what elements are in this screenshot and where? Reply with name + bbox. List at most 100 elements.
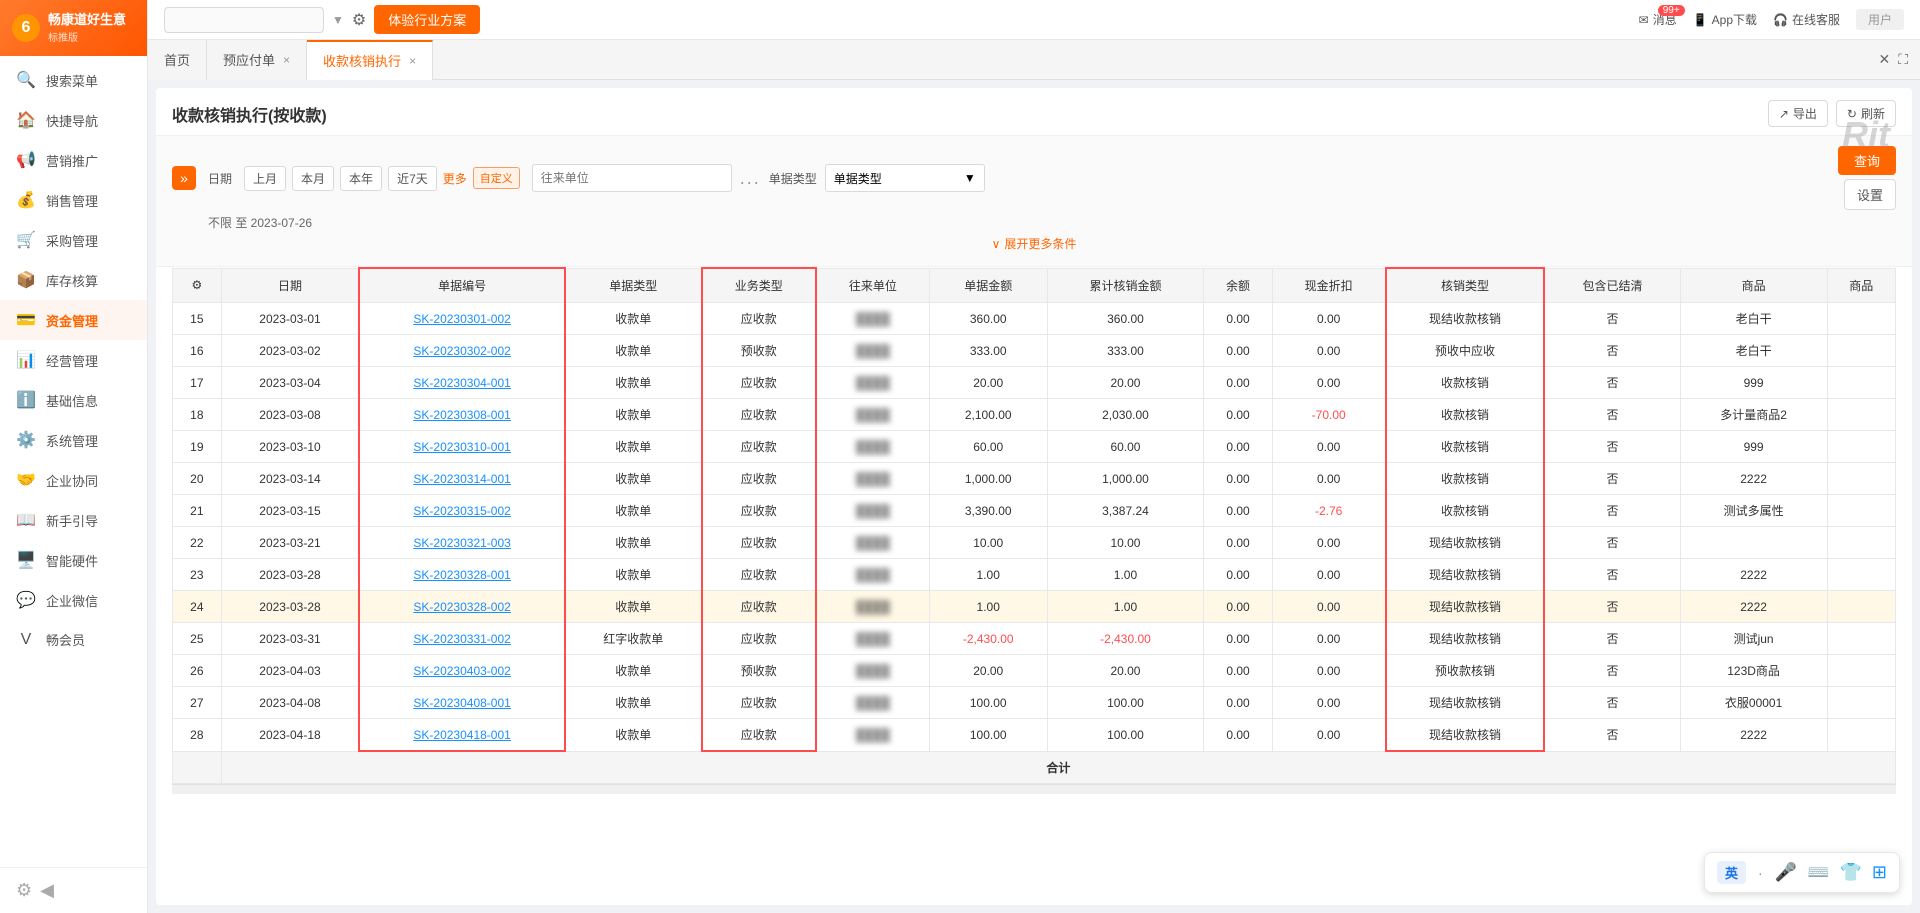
code-link[interactable]: SK-20230408-001 (413, 696, 510, 710)
code-link[interactable]: SK-20230310-001 (413, 440, 510, 454)
cell-bill-type: 收款单 (565, 431, 702, 463)
cell-included: 否 (1544, 367, 1680, 399)
tab-payable-close[interactable]: × (283, 53, 290, 67)
tab-receipt-label: 收款核销执行 (323, 51, 401, 70)
cell-amount: 360.00 (929, 303, 1047, 335)
sidebar-label-basic: 基础信息 (46, 391, 98, 410)
cell-product1: 衣服00001 (1680, 687, 1827, 719)
sidebar-item-sales[interactable]: 💰销售管理 (0, 180, 147, 220)
industry-btn[interactable]: 体验行业方案 (374, 5, 480, 34)
cell-no: 26 (173, 655, 222, 687)
cell-unit: ████ (816, 559, 930, 591)
cell-included: 否 (1544, 495, 1680, 527)
col-verify-type: 核销类型 (1386, 268, 1545, 303)
cell-verify-type: 预收中应收 (1386, 335, 1545, 367)
cell-balance: 0.00 (1204, 399, 1272, 431)
code-link[interactable]: SK-20230328-002 (413, 600, 510, 614)
sidebar-item-wechat[interactable]: 💬企业微信 (0, 580, 147, 620)
keyboard-icon[interactable]: ⌨️ (1807, 862, 1829, 883)
messages-btn[interactable]: ✉ 消息 99+ (1639, 11, 1677, 28)
sidebar-item-system[interactable]: ⚙️系统管理 (0, 420, 147, 460)
code-link[interactable]: SK-20230328-001 (413, 568, 510, 582)
sidebar-label-shortcut: 快捷导航 (46, 111, 98, 130)
cell-verify-type: 收款核销 (1386, 495, 1545, 527)
refresh-button[interactable]: ↻ 刷新 (1836, 100, 1896, 127)
code-link[interactable]: SK-20230308-001 (413, 408, 510, 422)
filter-expand-btn[interactable]: » (172, 166, 196, 190)
type-select[interactable]: 单据类型 ▼ (825, 164, 985, 192)
sidebar-item-enterprise[interactable]: 🤝企业协同 (0, 460, 147, 500)
date-btn-last-month[interactable]: 上月 (244, 166, 286, 191)
date-btn-7days[interactable]: 近7天 (388, 166, 437, 191)
tab-home[interactable]: 首页 (148, 40, 207, 80)
filter-area: » 日期 上月 本月 本年 近7天 更多 自定义 ... 单据类型 单据类型 (156, 136, 1912, 267)
col-settings-icon[interactable]: ⚙ (173, 268, 222, 303)
settings-bottom-icon[interactable]: ⚙ (16, 880, 32, 901)
cell-unit: ████ (816, 431, 930, 463)
date-range-display: 不限 至 2023-07-26 (172, 214, 1896, 231)
code-link[interactable]: SK-20230321-003 (413, 536, 510, 550)
search-input[interactable] (164, 7, 324, 33)
table-row: 20 2023-03-14 SK-20230314-001 收款单 应收款 ██… (173, 463, 1896, 495)
code-link[interactable]: SK-20230302-002 (413, 344, 510, 358)
expand-more-btn[interactable]: ∨ 展开更多条件 (992, 235, 1077, 252)
sidebar-item-basic[interactable]: ℹ️基础信息 (0, 380, 147, 420)
sidebar-item-purchase[interactable]: 🛒采购管理 (0, 220, 147, 260)
sidebar-item-shortcut[interactable]: 🏠快捷导航 (0, 100, 147, 140)
sidebar-item-guide[interactable]: 📖新手引导 (0, 500, 147, 540)
content-area: 收款核销执行(按收款) ↗ 导出 ↻ 刷新 » 日期 上月 本月 (156, 88, 1912, 905)
export-button[interactable]: ↗ 导出 (1768, 100, 1828, 127)
code-link[interactable]: SK-20230418-001 (413, 728, 510, 742)
cell-balance: 0.00 (1204, 655, 1272, 687)
cell-settled: -2,430.00 (1047, 623, 1204, 655)
float-brand-label: 英 (1717, 861, 1746, 884)
cell-included: 否 (1544, 303, 1680, 335)
code-link[interactable]: SK-20230314-001 (413, 472, 510, 486)
online-service-btn[interactable]: 🎧 在线客服 (1773, 11, 1840, 28)
date-more-link[interactable]: 更多 (443, 170, 467, 187)
table-row: 27 2023-04-08 SK-20230408-001 收款单 应收款 ██… (173, 687, 1896, 719)
code-link[interactable]: SK-20230315-002 (413, 504, 510, 518)
gear-icon[interactable]: ⚙ (352, 10, 366, 30)
cell-amount: 3,390.00 (929, 495, 1047, 527)
tab-receipt-close[interactable]: × (409, 54, 416, 68)
code-link[interactable]: SK-20230331-002 (413, 632, 510, 646)
cell-verify-type: 收款核销 (1386, 463, 1545, 495)
page-header: 收款核销执行(按收款) ↗ 导出 ↻ 刷新 (156, 88, 1912, 136)
app-download-btn[interactable]: 📱 App下载 (1693, 11, 1757, 28)
horizontal-scrollbar[interactable] (172, 784, 1896, 794)
cell-balance: 0.00 (1204, 463, 1272, 495)
code-link[interactable]: SK-20230403-002 (413, 664, 510, 678)
sidebar-item-member[interactable]: V畅会员 (0, 620, 147, 659)
breadcrumb-area: ▼ ⚙ 体验行业方案 (164, 5, 1623, 34)
mic-icon[interactable]: 🎤 (1775, 862, 1797, 883)
code-link[interactable]: SK-20230304-001 (413, 376, 510, 390)
code-link[interactable]: SK-20230301-002 (413, 312, 510, 326)
tab-receipt[interactable]: 收款核销执行 × (307, 40, 433, 80)
sidebar-item-operation[interactable]: 📊经营管理 (0, 340, 147, 380)
setting-button[interactable]: 设置 (1844, 179, 1896, 210)
sidebar-item-finance[interactable]: 💳资金管理 (0, 300, 147, 340)
shirt-icon[interactable]: 👕 (1839, 862, 1861, 883)
close-all-icon[interactable]: ✕ (1878, 51, 1890, 68)
sidebar-item-hardware[interactable]: 🖥️智能硬件 (0, 540, 147, 580)
date-btn-this-year[interactable]: 本年 (340, 166, 382, 191)
unit-input[interactable] (532, 164, 732, 192)
collapse-icon[interactable]: ◀ (40, 880, 54, 901)
query-button[interactable]: 查询 (1838, 146, 1896, 175)
grid-icon[interactable]: ⊞ (1872, 862, 1887, 883)
maximize-icon[interactable]: ⛶ (1898, 51, 1908, 68)
sidebar-item-marketing[interactable]: 📢营销推广 (0, 140, 147, 180)
sidebar-item-inventory[interactable]: 📦库存核算 (0, 260, 147, 300)
cell-unit: ████ (816, 655, 930, 687)
date-btn-this-month[interactable]: 本月 (292, 166, 334, 191)
cell-product2 (1827, 399, 1895, 431)
col-included: 包含已结清 (1544, 268, 1680, 303)
sidebar-logo: 6 畅康道好生意 标推版 (0, 0, 147, 56)
tab-payable[interactable]: 预应付单 × (207, 40, 307, 80)
sidebar-item-search[interactable]: 🔍搜索菜单 (0, 60, 147, 100)
cell-date: 2023-03-01 (221, 303, 359, 335)
cell-bill-type: 收款单 (565, 559, 702, 591)
cell-product1: 2222 (1680, 591, 1827, 623)
cell-included: 否 (1544, 655, 1680, 687)
